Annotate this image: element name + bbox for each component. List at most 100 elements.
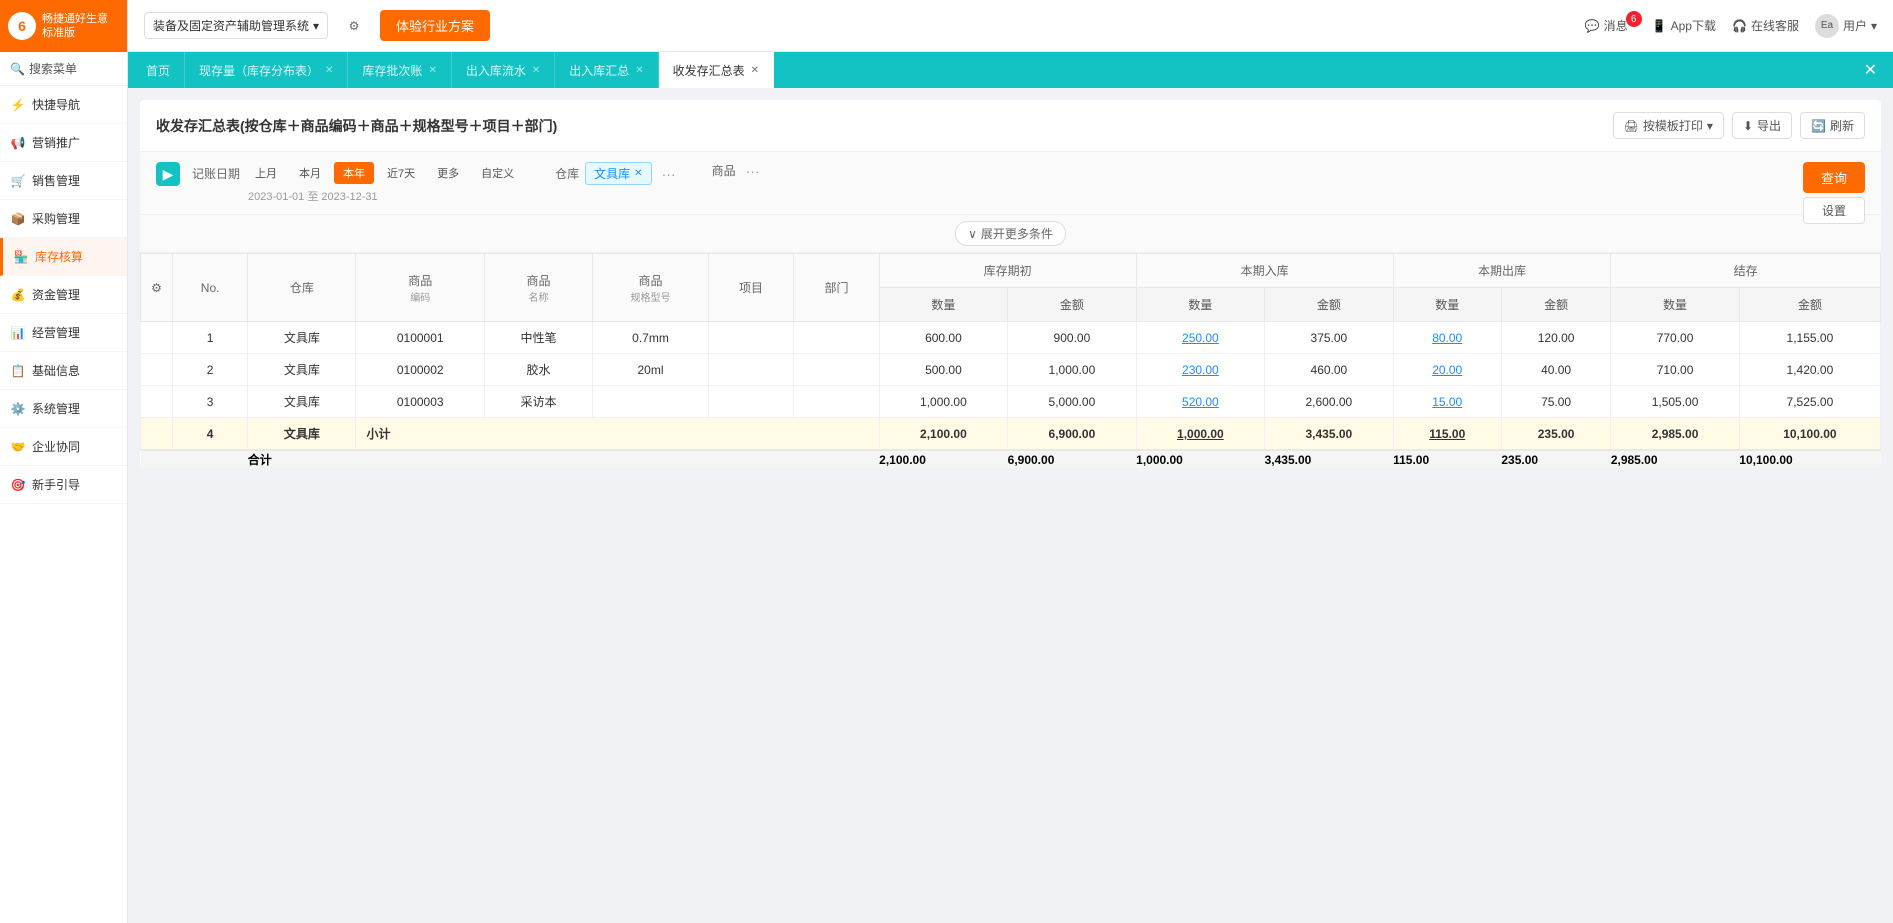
table-row: 3 文具库 0100003 采访本 1,000.00 5,000.00 520.… [141, 386, 1881, 418]
warehouse-more-icon[interactable]: ··· [658, 166, 680, 182]
tab-bar-close-button[interactable]: ✕ [1852, 60, 1889, 80]
goods-more-icon[interactable]: ··· [742, 163, 764, 179]
chevron-down-icon: ▾ [1707, 119, 1713, 133]
row-warehouse: 文具库 [248, 322, 356, 354]
row-dept [794, 354, 879, 386]
tag-close-icon[interactable]: ✕ [634, 168, 642, 179]
warehouse-tag[interactable]: 文具库 ✕ [585, 162, 651, 185]
col-open-qty-header: 数量 [879, 288, 1007, 322]
sub-out-qty: 115.00 [1393, 418, 1501, 451]
row-in-qty[interactable]: 250.00 [1136, 322, 1264, 354]
col-project-header: 项目 [708, 254, 793, 322]
tab-receive-send[interactable]: 收发存汇总表 ✕ [659, 52, 774, 88]
tab-label: 首页 [146, 62, 170, 79]
refresh-button[interactable]: 🔄 刷新 [1800, 112, 1865, 139]
app-label: App下载 [1671, 17, 1716, 34]
sidebar-item-purchase[interactable]: 📦 采购管理 [0, 200, 127, 238]
row-spec [593, 386, 709, 418]
row-in-qty[interactable]: 520.00 [1136, 386, 1264, 418]
date-btn-7days[interactable]: 近7天 [378, 162, 424, 184]
user-menu[interactable]: Ea 用户 ▾ [1815, 14, 1877, 38]
sidebar-item-guide[interactable]: 🎯 新手引导 [0, 466, 127, 504]
expand-row: ∨ 展开更多条件 [140, 215, 1881, 253]
row-open-qty: 600.00 [879, 322, 1007, 354]
sidebar-item-collab[interactable]: 🤝 企业协同 [0, 428, 127, 466]
col-bal-qty-header: 数量 [1611, 288, 1739, 322]
sub-warehouse: 文具库 [248, 418, 356, 451]
col-in-amt-header: 金额 [1265, 288, 1393, 322]
service-label: 在线客服 [1751, 17, 1799, 34]
row-dept [794, 386, 879, 418]
total-bal-qty: 2,985.00 [1611, 450, 1739, 468]
content-area: 收发存汇总表(按仓库＋商品编码＋商品＋规格型号＋项目＋部门) 🖨 按模板打印 ▾… [128, 88, 1893, 923]
purchase-icon: 📦 [10, 211, 26, 227]
sidebar-item-marketing[interactable]: 📢 营销推广 [0, 124, 127, 162]
filter-section: ▶ 记账日期 上月 本月 本年 近7天 更多 自定义 2023-01-0 [140, 152, 1881, 215]
trial-button[interactable]: 体验行业方案 [380, 10, 490, 41]
print-button[interactable]: 🖨 按模板打印 ▾ [1613, 112, 1724, 139]
date-btn-last-month[interactable]: 上月 [246, 162, 286, 184]
user-label: 用户 [1843, 17, 1867, 34]
operations-icon: 📊 [10, 325, 26, 341]
page-header: 收发存汇总表(按仓库＋商品编码＋商品＋规格型号＋项目＋部门) 🖨 按模板打印 ▾… [140, 100, 1881, 152]
service-button[interactable]: 🎧 在线客服 [1732, 17, 1799, 34]
row-name: 采访本 [484, 386, 592, 418]
total-open-qty: 2,100.00 [879, 450, 1007, 468]
row-out-qty[interactable]: 80.00 [1393, 322, 1501, 354]
warehouse-filter-label: 仓库 [555, 165, 579, 182]
query-button[interactable]: 查询 [1803, 162, 1865, 193]
row-bal-qty: 770.00 [1611, 322, 1739, 354]
tab-in-out-summary[interactable]: 出入库汇总 ✕ [555, 52, 658, 88]
col-dept-header: 部门 [794, 254, 879, 322]
sidebar-item-label: 销售管理 [32, 172, 80, 189]
date-btn-custom[interactable]: 自定义 [472, 162, 523, 184]
row-no: 3 [173, 386, 248, 418]
headset-icon: 🎧 [1732, 19, 1747, 33]
row-in-qty[interactable]: 230.00 [1136, 354, 1264, 386]
sidebar-item-quick-nav[interactable]: ⚡ 快捷导航 [0, 86, 127, 124]
sidebar-item-system[interactable]: ⚙️ 系统管理 [0, 390, 127, 428]
sidebar-item-basic[interactable]: 📋 基础信息 [0, 352, 127, 390]
system-selector[interactable]: 装备及固定资产辅助管理系统 ▾ [144, 12, 328, 39]
row-warehouse: 文具库 [248, 386, 356, 418]
tab-inventory-dist[interactable]: 现存量（库存分布表） ✕ [185, 52, 348, 88]
tab-home[interactable]: 首页 [132, 52, 185, 88]
date-btn-more[interactable]: 更多 [428, 162, 468, 184]
sidebar-item-label: 经营管理 [32, 324, 80, 341]
tab-close-icon[interactable]: ✕ [532, 65, 540, 76]
total-in-qty: 1,000.00 [1136, 450, 1264, 468]
filter-expand-button[interactable]: ▶ [156, 162, 180, 186]
tab-in-out-flow[interactable]: 出入库流水 ✕ [452, 52, 555, 88]
chevron-down-icon: ▾ [1871, 19, 1877, 33]
settings-filter-button[interactable]: 设置 [1803, 197, 1865, 224]
header-settings-button[interactable]: ⚙ [340, 12, 368, 40]
sidebar-item-sales[interactable]: 🛒 销售管理 [0, 162, 127, 200]
tab-close-icon[interactable]: ✕ [635, 65, 643, 76]
col-opening-header: 库存期初 [879, 254, 1136, 288]
app-download-button[interactable]: 📱 App下载 [1652, 17, 1716, 34]
row-out-qty[interactable]: 15.00 [1393, 386, 1501, 418]
sidebar-item-finance[interactable]: 💰 资金管理 [0, 276, 127, 314]
tab-close-icon[interactable]: ✕ [751, 65, 759, 76]
sidebar-search[interactable]: 🔍 搜索菜单 [0, 52, 127, 86]
row-bal-amt: 1,420.00 [1739, 354, 1880, 386]
row-name: 胶水 [484, 354, 592, 386]
export-button[interactable]: ⬇ 导出 [1732, 112, 1792, 139]
row-out-qty[interactable]: 20.00 [1393, 354, 1501, 386]
row-in-amt: 460.00 [1265, 354, 1393, 386]
expand-conditions-button[interactable]: ∨ 展开更多条件 [955, 221, 1066, 246]
sidebar-item-inventory[interactable]: 🏪 库存核算 [0, 238, 127, 276]
date-btn-this-year[interactable]: 本年 [334, 162, 374, 184]
tab-batch-ledger[interactable]: 库存批次账 ✕ [348, 52, 451, 88]
col-balance-header: 结存 [1611, 254, 1881, 288]
total-in-amt: 3,435.00 [1265, 450, 1393, 468]
tab-close-icon[interactable]: ✕ [325, 65, 333, 76]
date-btn-this-month[interactable]: 本月 [290, 162, 330, 184]
message-button[interactable]: 💬 消息 6 [1577, 17, 1636, 34]
col-in-qty-header: 数量 [1136, 288, 1264, 322]
date-filter-label: 记账日期 [192, 165, 240, 182]
sidebar-item-operations[interactable]: 📊 经营管理 [0, 314, 127, 352]
printer-icon: 🖨 [1624, 119, 1639, 133]
tab-close-icon[interactable]: ✕ [428, 65, 436, 76]
col-settings-header[interactable]: ⚙ [141, 254, 173, 322]
